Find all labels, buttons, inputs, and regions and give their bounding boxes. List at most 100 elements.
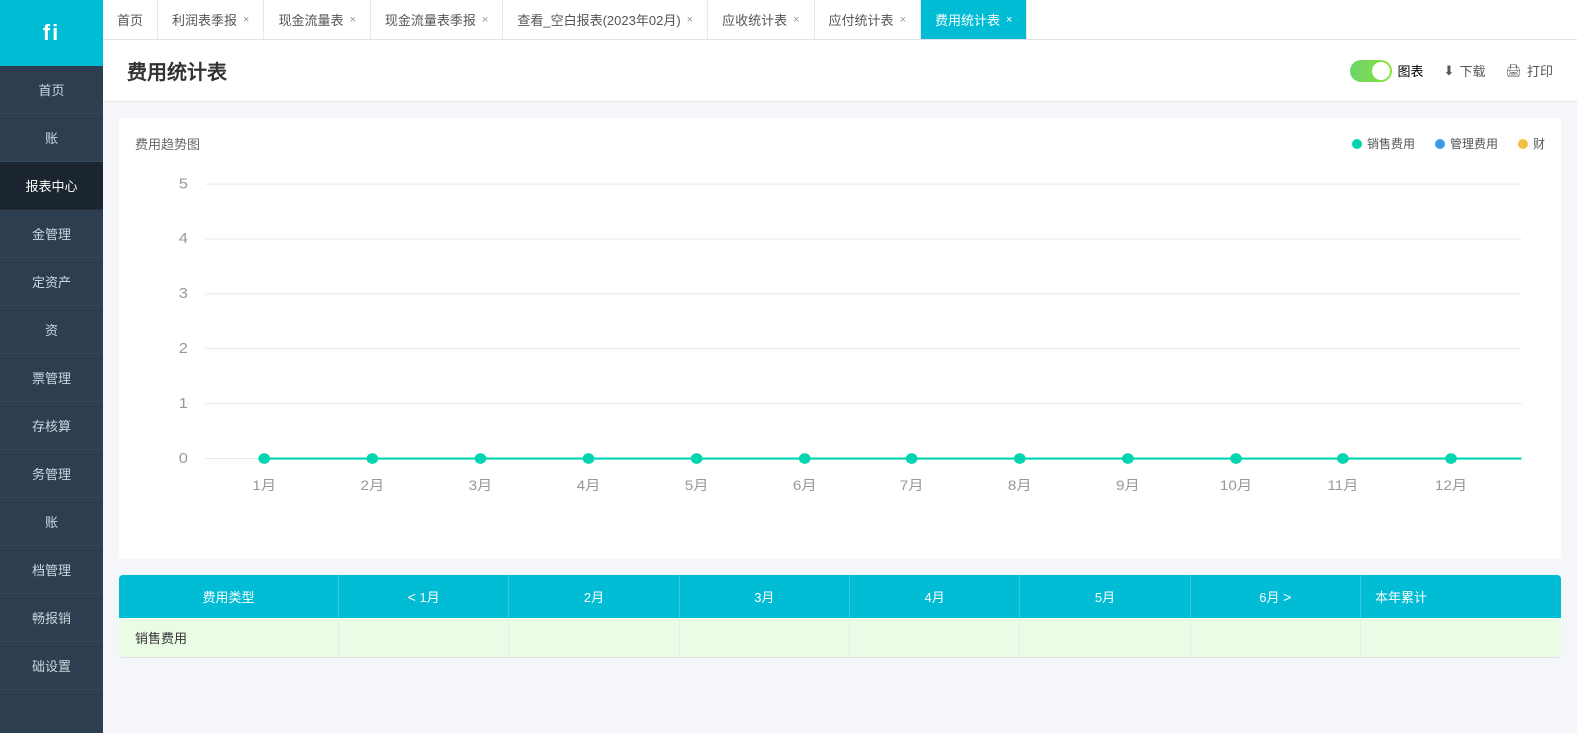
chart-toggle-wrap: 图表 [1350, 60, 1424, 82]
main-area: 首页 利润表季报 × 现金流量表 × 现金流量表季报 × 查看_空白报表(202… [103, 0, 1577, 733]
th-year-total: 本年累计 [1361, 575, 1441, 618]
legend-sales-dot [1352, 139, 1362, 149]
page-header: 费用统计表 图表 ⬇ 下载 🖨 打印 [103, 40, 1577, 102]
sidebar-item-inventory[interactable]: 存核算 [0, 402, 103, 450]
th-col6: 6月 > [1191, 575, 1361, 618]
svg-text:0: 0 [179, 450, 188, 466]
svg-text:1: 1 [179, 396, 188, 412]
th-col5: 5月 [1020, 575, 1190, 618]
td-sales-label: 销售费用 [119, 618, 339, 657]
close-tab-cashflow-quarterly[interactable]: × [482, 14, 488, 26]
th-col1-label: 1月 [419, 590, 439, 605]
tab-expense[interactable]: 费用统计表 × [921, 0, 1027, 40]
svg-text:4: 4 [179, 231, 188, 247]
tab-receivable[interactable]: 应收统计表 × [708, 0, 814, 40]
svg-text:11月: 11月 [1327, 479, 1358, 494]
print-button[interactable]: 🖨 打印 [1505, 61, 1553, 80]
sidebar-item-cash[interactable]: 金管理 [0, 210, 103, 258]
sidebar-logo: fi [0, 0, 103, 66]
th-col4: 4月 [850, 575, 1020, 618]
legend-admin: 管理费用 [1435, 135, 1498, 152]
chart-title: 费用趋势图 [135, 134, 200, 153]
close-tab-profit-quarterly[interactable]: × [243, 14, 249, 26]
close-tab-expense[interactable]: × [1006, 14, 1012, 26]
td-sales-apr [850, 618, 1020, 657]
svg-text:5: 5 [179, 176, 188, 192]
legend-admin-dot [1435, 139, 1445, 149]
print-icon: 🖨 [1505, 63, 1522, 79]
td-sales-may [1020, 618, 1190, 657]
page-title: 费用统计表 [127, 56, 227, 85]
page-content: 费用统计表 图表 ⬇ 下载 🖨 打印 费用趋势图 [103, 40, 1577, 733]
close-tab-cashflow[interactable]: × [349, 14, 355, 26]
legend-finance-label: 财 [1533, 135, 1545, 152]
svg-text:8月: 8月 [1008, 479, 1032, 494]
svg-text:3: 3 [179, 286, 188, 302]
sidebar-item-home[interactable]: 首页 [0, 66, 103, 114]
legend-finance: 财 [1518, 135, 1545, 152]
chart-section: 费用趋势图 销售费用 管理费用 财 [119, 118, 1561, 559]
sidebar-item-archive[interactable]: 档管理 [0, 546, 103, 594]
legend-sales: 销售费用 [1352, 135, 1415, 152]
th-col6-label: 6月 [1259, 590, 1279, 605]
sidebar-item-invoice[interactable]: 票管理 [0, 354, 103, 402]
svg-text:10月: 10月 [1220, 479, 1252, 494]
sidebar-item-assets[interactable]: 定资产 [0, 258, 103, 306]
tab-payable[interactable]: 应付统计表 × [815, 0, 921, 40]
prev-months-button[interactable]: < [408, 589, 416, 605]
sidebar-item-settings[interactable]: 础设置 [0, 642, 103, 690]
sidebar-item-reports[interactable]: 报表中心 [0, 162, 103, 210]
chart-svg: 5 4 3 2 1 0 [135, 163, 1545, 543]
tab-cashflow[interactable]: 现金流量表 × [264, 0, 370, 40]
print-label: 打印 [1527, 61, 1553, 80]
sidebar-item-ledger[interactable]: 账 [0, 498, 103, 546]
close-tab-blank-report[interactable]: × [687, 14, 693, 26]
tab-bar: 首页 利润表季报 × 现金流量表 × 现金流量表季报 × 查看_空白报表(202… [103, 0, 1577, 40]
tab-blank-report[interactable]: 查看_空白报表(2023年02月) × [503, 0, 708, 40]
td-sales-total [1361, 618, 1441, 657]
th-col3: 3月 [680, 575, 850, 618]
table-row-sales: 销售费用 [119, 618, 1561, 658]
sidebar-item-investment[interactable]: 资 [0, 306, 103, 354]
chart-container: 5 4 3 2 1 0 [135, 163, 1545, 543]
close-tab-receivable[interactable]: × [793, 14, 799, 26]
download-icon: ⬇ [1444, 63, 1455, 79]
next-months-button[interactable]: > [1283, 589, 1291, 605]
sidebar-item-expense[interactable]: 畅报销 [0, 594, 103, 642]
table-header: 费用类型 < 1月 2月 3月 4月 5月 6月 > 本年累计 [119, 575, 1561, 618]
chart-toggle[interactable] [1350, 60, 1392, 82]
legend-admin-label: 管理费用 [1450, 135, 1498, 152]
chart-legend: 销售费用 管理费用 财 [1352, 135, 1545, 152]
svg-text:12月: 12月 [1435, 479, 1467, 494]
svg-text:1月: 1月 [252, 479, 276, 494]
tab-home[interactable]: 首页 [103, 0, 158, 40]
svg-text:7月: 7月 [900, 479, 924, 494]
svg-text:9月: 9月 [1116, 479, 1140, 494]
svg-text:4月: 4月 [577, 479, 601, 494]
download-button[interactable]: ⬇ 下载 [1444, 61, 1486, 80]
td-sales-jan [339, 618, 509, 657]
th-type: 费用类型 [119, 575, 339, 618]
svg-text:6月: 6月 [793, 479, 817, 494]
download-label: 下载 [1459, 61, 1485, 80]
sidebar: fi 首页 账 报表中心 金管理 定资产 资 票管理 存核算 务管理 账 档管理… [0, 0, 103, 733]
sidebar-item-service[interactable]: 务管理 [0, 450, 103, 498]
svg-text:2: 2 [179, 341, 188, 357]
svg-text:2月: 2月 [360, 479, 384, 494]
chart-header: 费用趋势图 销售费用 管理费用 财 [135, 134, 1545, 153]
legend-finance-dot [1518, 139, 1528, 149]
th-col1: < 1月 [339, 575, 509, 618]
td-sales-jun [1191, 618, 1361, 657]
tab-profit-quarterly[interactable]: 利润表季报 × [158, 0, 264, 40]
header-actions: 图表 ⬇ 下载 🖨 打印 [1350, 60, 1553, 82]
sidebar-item-account[interactable]: 账 [0, 114, 103, 162]
th-col2: 2月 [509, 575, 679, 618]
svg-text:5月: 5月 [685, 479, 709, 494]
tab-cashflow-quarterly[interactable]: 现金流量表季报 × [371, 0, 503, 40]
close-tab-payable[interactable]: × [900, 14, 906, 26]
td-sales-feb [509, 618, 679, 657]
legend-sales-label: 销售费用 [1367, 135, 1415, 152]
svg-text:3月: 3月 [469, 479, 493, 494]
chart-toggle-label: 图表 [1398, 61, 1424, 80]
td-sales-mar [680, 618, 850, 657]
